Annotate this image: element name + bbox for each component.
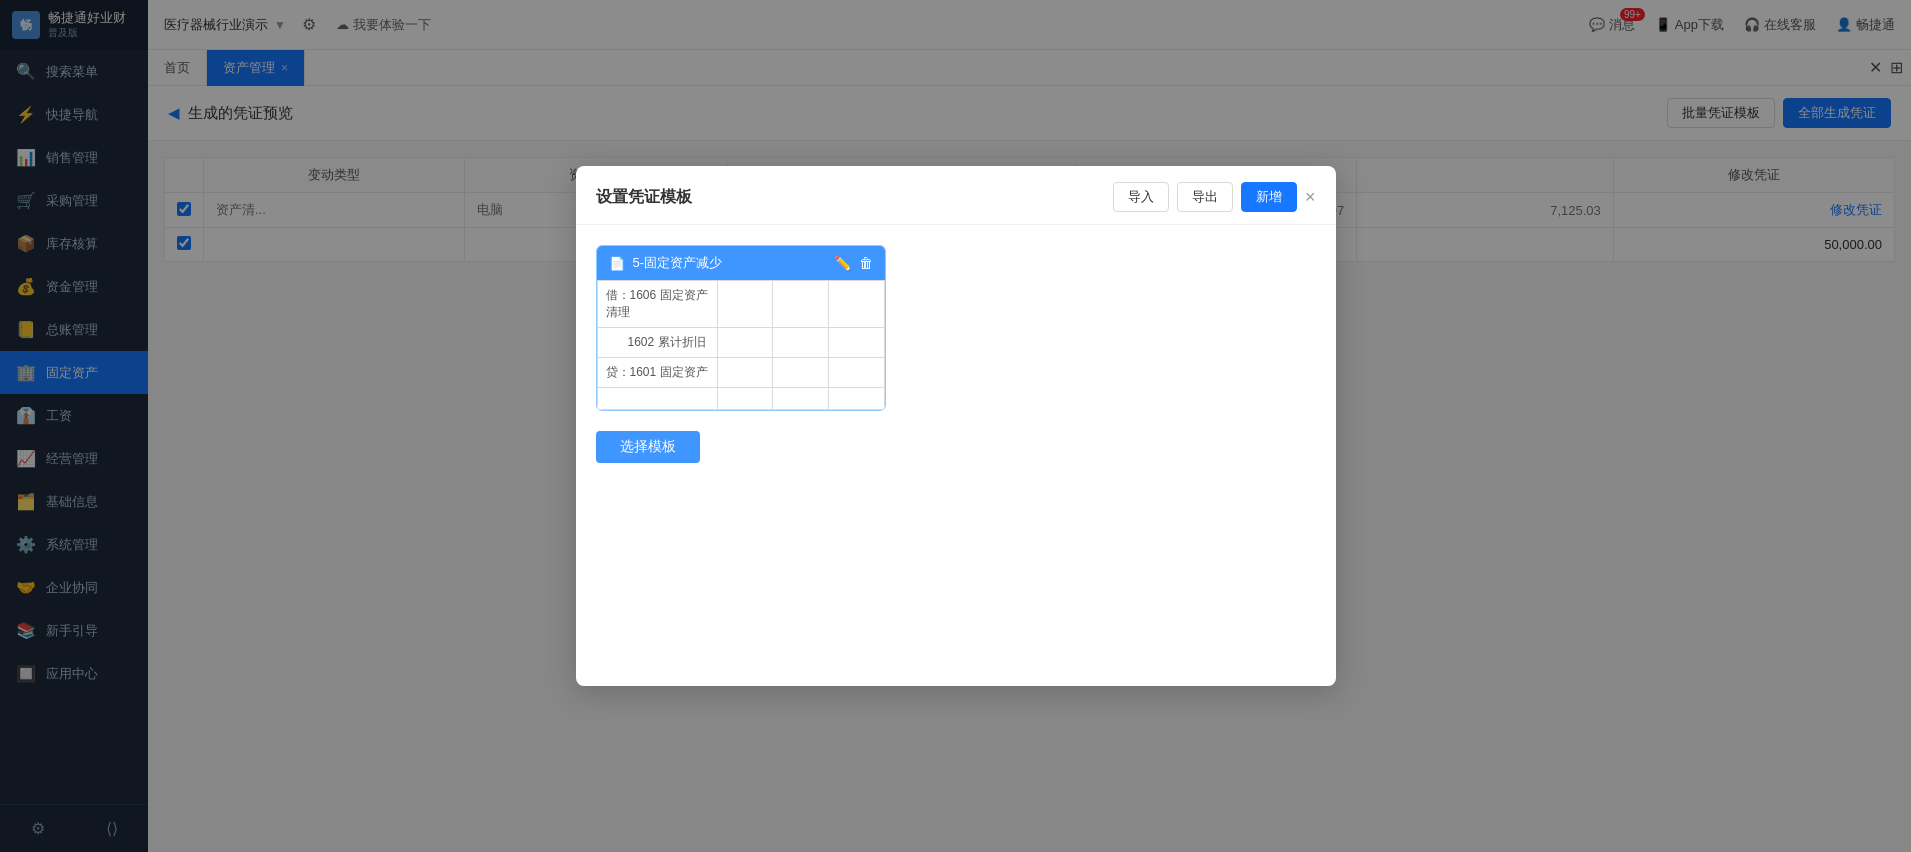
- modal-title: 设置凭证模板: [596, 187, 692, 208]
- credit-type-1: 贷：1601 固定资产: [597, 358, 717, 388]
- template-row-credit-1: 贷：1601 固定资产: [597, 358, 884, 388]
- modal-header-actions: 导入 导出 新增 ×: [1113, 182, 1316, 212]
- template-table: 借：1606 固定资产清理 1602 累计折旧: [597, 280, 885, 410]
- modal-body: 📄 5-固定资产减少 ✏️ 🗑 借：1606 固定资产清理: [576, 225, 1336, 625]
- credit-val-1a: [717, 358, 773, 388]
- template-edit-icon[interactable]: ✏️: [834, 255, 851, 271]
- template-body: 借：1606 固定资产清理 1602 累计折旧: [597, 280, 885, 410]
- template-name: 5-固定资产减少: [633, 254, 723, 272]
- template-card-header: 📄 5-固定资产减少 ✏️ 🗑: [597, 246, 885, 280]
- template-doc-icon: 📄: [609, 256, 625, 271]
- export-button[interactable]: 导出: [1177, 182, 1233, 212]
- template-delete-icon[interactable]: 🗑: [859, 255, 873, 271]
- debit-type-1: 借：1606 固定资产清理: [597, 281, 717, 328]
- new-button[interactable]: 新增: [1241, 182, 1297, 212]
- modal-set-voucher-template: 设置凭证模板 导入 导出 新增 × 📄 5-固定资产减少 ✏️ 🗑: [576, 166, 1336, 686]
- modal-header: 设置凭证模板 导入 导出 新增 ×: [576, 166, 1336, 225]
- modal-overlay: 设置凭证模板 导入 导出 新增 × 📄 5-固定资产减少 ✏️ 🗑: [0, 0, 1911, 852]
- select-template-button[interactable]: 选择模板: [596, 431, 700, 463]
- credit-val-1b: [773, 358, 829, 388]
- debit-val-1a: [717, 281, 773, 328]
- credit-val-1c: [828, 358, 884, 388]
- debit-val-2a: [717, 328, 773, 358]
- debit-val-2c: [828, 328, 884, 358]
- template-row-debit-1: 借：1606 固定资产清理: [597, 281, 884, 328]
- debit-val-1c: [828, 281, 884, 328]
- modal-close-icon[interactable]: ×: [1305, 187, 1316, 208]
- import-button[interactable]: 导入: [1113, 182, 1169, 212]
- debit-val-2b: [773, 328, 829, 358]
- debit-val-1b: [773, 281, 829, 328]
- template-row-empty: [597, 388, 884, 410]
- debit-type-2: 1602 累计折旧: [597, 328, 717, 358]
- template-card: 📄 5-固定资产减少 ✏️ 🗑 借：1606 固定资产清理: [596, 245, 886, 411]
- template-row-debit-2: 1602 累计折旧: [597, 328, 884, 358]
